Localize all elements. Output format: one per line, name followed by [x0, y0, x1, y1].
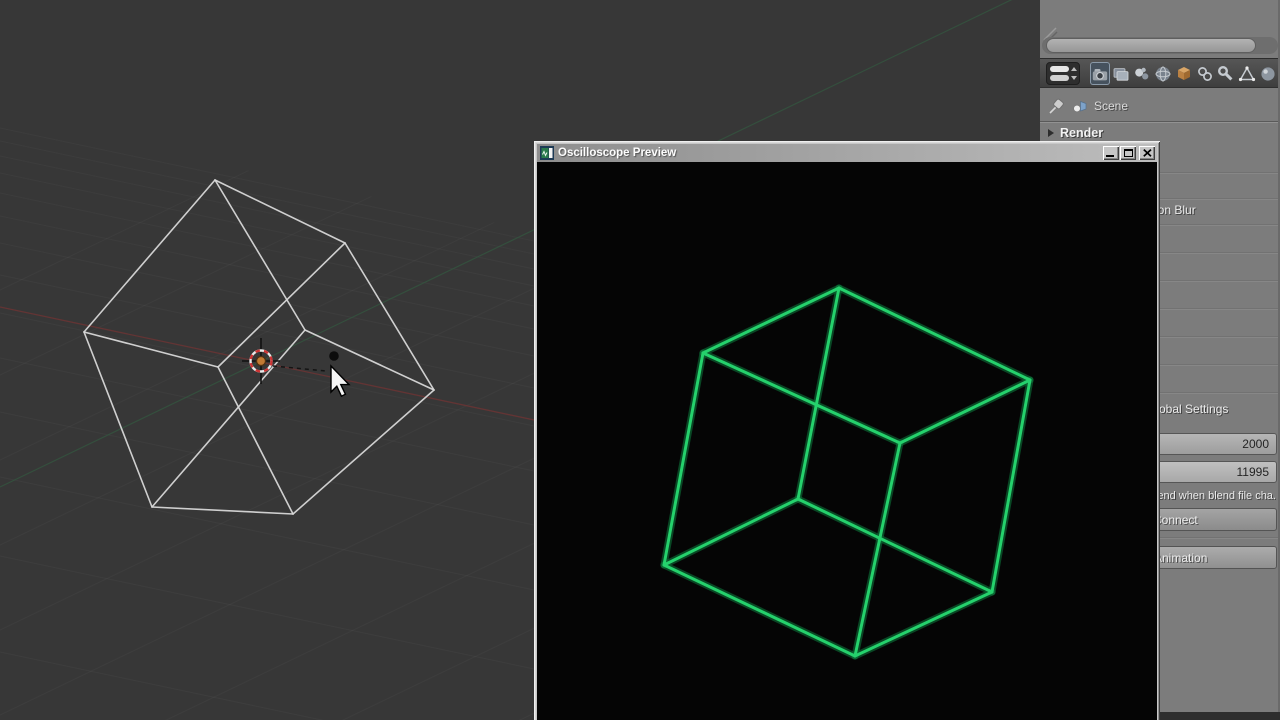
pin-icon[interactable] [1046, 95, 1066, 117]
scene-icon [1135, 67, 1149, 79]
chevron-up-icon [1071, 67, 1077, 71]
minimize-icon [1106, 155, 1114, 157]
mesh-data-icon [1238, 65, 1256, 81]
window-title: Oscilloscope Preview [558, 147, 677, 159]
tab-object-data[interactable] [1237, 62, 1257, 85]
mouse-pointer [330, 364, 351, 398]
3d-cursor [242, 338, 280, 384]
window-titlebar[interactable]: Oscilloscope Preview [537, 144, 1157, 162]
tab-modifiers[interactable] [1216, 62, 1236, 85]
maximize-icon [1123, 149, 1133, 157]
panel-scrollbar-thumb[interactable] [1046, 38, 1256, 53]
camera-icon [1092, 68, 1108, 80]
object-cube-icon [1178, 66, 1190, 80]
render-layers-icon [1113, 67, 1129, 81]
render-panel-title: Render [1060, 126, 1104, 140]
expand-triangle-icon [1048, 129, 1054, 137]
chain-link-icon [1198, 66, 1212, 81]
oscilloscope-trace [660, 284, 1034, 660]
oscilloscope-preview-window: Oscilloscope Preview [534, 141, 1160, 720]
scene-datablock-icon [1073, 101, 1087, 113]
tab-render-layers[interactable] [1111, 62, 1131, 85]
editor-type-selector[interactable] [1046, 62, 1080, 85]
oscilloscope-display [537, 162, 1157, 720]
maximize-button[interactable] [1120, 146, 1136, 160]
close-button[interactable] [1139, 146, 1155, 160]
screen: { "colors": { "viewport_bg": "#373737", … [0, 0, 1280, 720]
object-origin-dot [329, 351, 339, 361]
tab-object[interactable] [1174, 62, 1194, 85]
blend-file-note: Send when blend file cha. [1150, 490, 1276, 502]
properties-tab-bar [1040, 58, 1280, 88]
tab-world[interactable] [1153, 62, 1173, 85]
minimize-button[interactable] [1103, 146, 1119, 160]
tab-material[interactable] [1258, 62, 1278, 85]
tab-render[interactable] [1090, 62, 1110, 85]
chevron-down-icon [1071, 76, 1077, 80]
breadcrumb: Scene [1046, 94, 1128, 118]
cursor-center-dot [255, 355, 267, 367]
material-sphere-icon [1261, 66, 1275, 81]
wrench-icon [1218, 65, 1233, 80]
world-globe-icon [1155, 66, 1171, 81]
close-icon [1142, 149, 1152, 157]
tab-scene[interactable] [1132, 62, 1152, 85]
number-field-1-value: 2000 [1242, 437, 1269, 451]
render-panel-header[interactable]: Render [1048, 126, 1103, 140]
number-field-2-value: 11995 [1236, 465, 1269, 479]
tab-constraints[interactable] [1195, 62, 1215, 85]
wireframe-cube[interactable] [83, 179, 435, 515]
oscilloscope-icon [540, 146, 554, 160]
breadcrumb-label[interactable]: Scene [1094, 99, 1128, 113]
animation-button-label: Animation [1154, 551, 1208, 565]
